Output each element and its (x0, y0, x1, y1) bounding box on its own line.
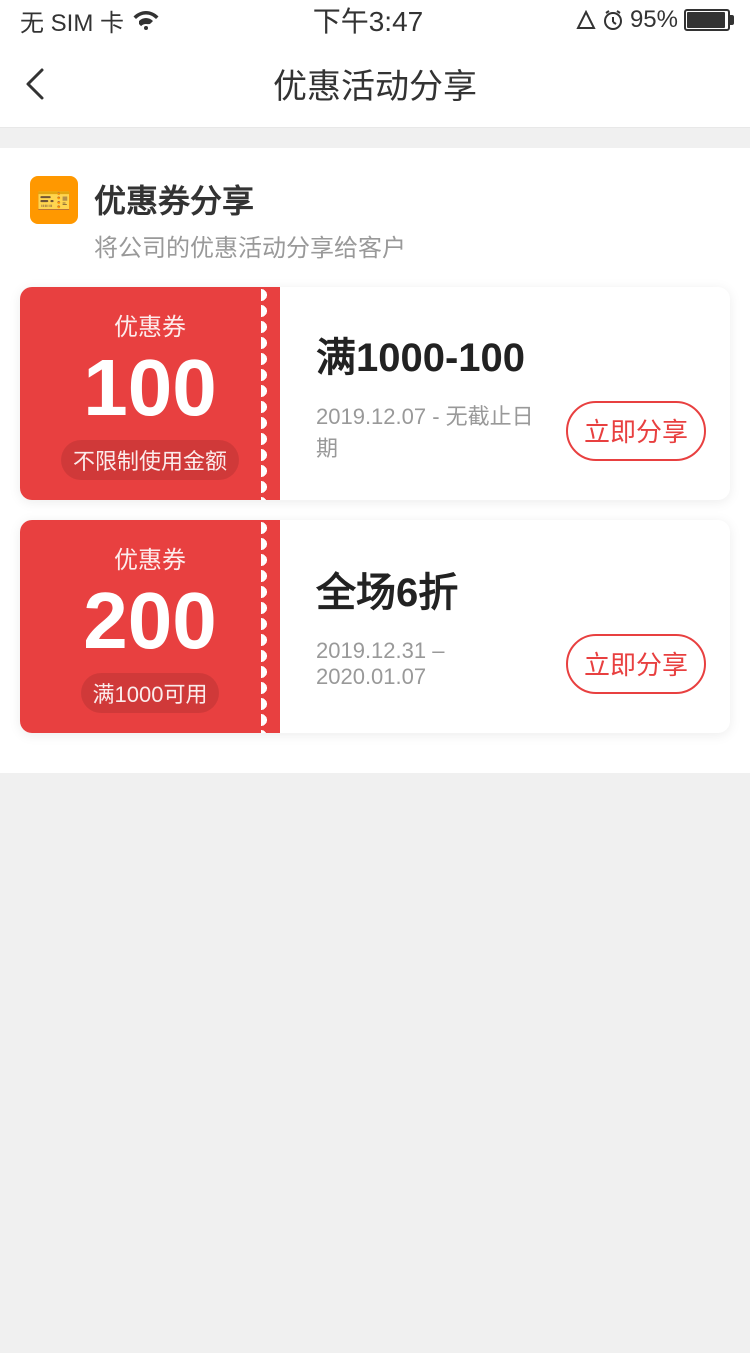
status-left: 无 SIM 卡 (20, 3, 160, 38)
status-right: 95% (576, 6, 730, 34)
coupon-list: 优惠券 100 不限制使用金额 满1000-100 2019.12.07 - 无… (0, 287, 750, 773)
battery-percent: 95% (630, 6, 678, 34)
back-button[interactable] (24, 66, 46, 102)
coupon-meta-1: 2019.12.07 - 无截止日期 立即分享 (316, 399, 706, 463)
section-title: 优惠券分享 (94, 176, 406, 222)
coupon-date-2: 2019.12.31 – 2020.01.07 (316, 638, 554, 690)
section-gap (0, 128, 750, 148)
bottom-empty-area (0, 773, 750, 1353)
coupon-emoji-icon: 🎫 (37, 184, 72, 217)
status-bar: 无 SIM 卡 下午3:47 95% (0, 0, 750, 40)
coupon-label-1: 优惠券 (114, 307, 186, 342)
coupon-condition-2: 满1000可用 (81, 673, 220, 713)
coupon-left-2: 优惠券 200 满1000可用 (20, 520, 280, 733)
sim-text: 无 SIM 卡 (20, 3, 124, 38)
coupon-card-1: 优惠券 100 不限制使用金额 满1000-100 2019.12.07 - 无… (20, 287, 730, 500)
coupon-name-1: 满1000-100 (316, 325, 706, 383)
battery-icon (684, 9, 730, 31)
wifi-icon (132, 10, 160, 30)
coupon-label-2: 优惠券 (114, 540, 186, 575)
coupon-left-1: 优惠券 100 不限制使用金额 (20, 287, 280, 500)
section-subtitle: 将公司的优惠活动分享给客户 (94, 228, 406, 263)
coupon-meta-2: 2019.12.31 – 2020.01.07 立即分享 (316, 634, 706, 694)
back-icon (24, 66, 46, 102)
alarm-icon (602, 9, 624, 31)
coupon-name-2: 全场6折 (316, 560, 706, 618)
section-header: 🎫 优惠券分享 将公司的优惠活动分享给客户 (0, 148, 750, 287)
coupon-right-2: 全场6折 2019.12.31 – 2020.01.07 立即分享 (280, 520, 730, 733)
coupon-amount-1: 100 (83, 348, 216, 428)
coupon-right-1: 满1000-100 2019.12.07 - 无截止日期 立即分享 (280, 287, 730, 500)
battery-fill (687, 12, 725, 28)
nav-bar: 优惠活动分享 (0, 40, 750, 128)
location-icon (576, 10, 596, 30)
share-button-2[interactable]: 立即分享 (566, 634, 706, 694)
share-button-1[interactable]: 立即分享 (566, 401, 706, 461)
status-time: 下午3:47 (313, 0, 424, 40)
coupon-card-2: 优惠券 200 满1000可用 全场6折 2019.12.31 – 2020.0… (20, 520, 730, 733)
section-text-group: 优惠券分享 将公司的优惠活动分享给客户 (94, 176, 406, 263)
coupon-condition-1: 不限制使用金额 (61, 440, 239, 480)
coupon-date-1: 2019.12.07 - 无截止日期 (316, 399, 554, 463)
section-icon: 🎫 (30, 176, 78, 224)
page-title: 优惠活动分享 (273, 59, 477, 108)
coupon-amount-2: 200 (83, 581, 216, 661)
